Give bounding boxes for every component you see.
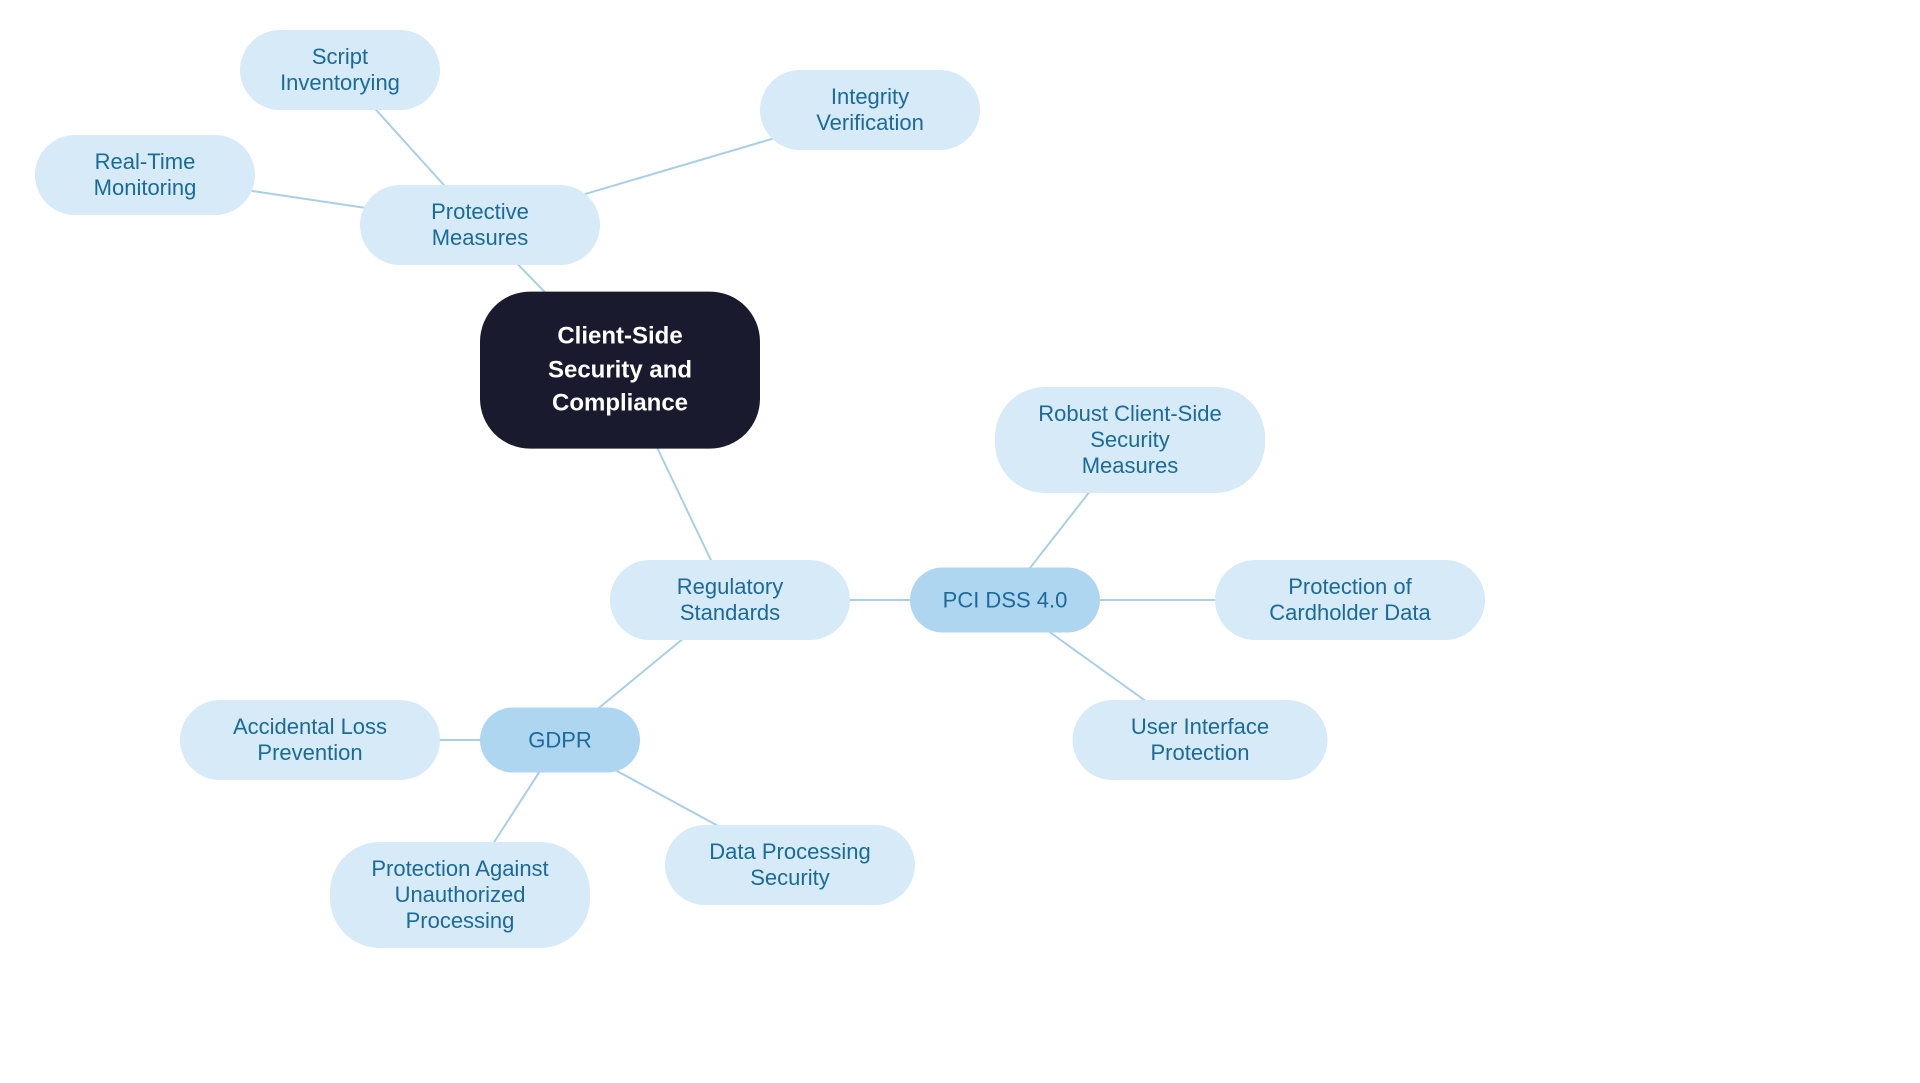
node-center[interactable]: Client-Side Security and Compliance — [480, 292, 760, 449]
node-accidentalLossPrevention[interactable]: Accidental Loss Prevention — [180, 700, 440, 780]
node-realTimeMonitoring[interactable]: Real-Time Monitoring — [35, 135, 255, 215]
node-label-userInterfaceProtection: User Interface Protection — [1101, 714, 1300, 766]
node-scriptInventorying[interactable]: Script Inventorying — [240, 30, 440, 110]
node-regulatoryStandards[interactable]: Regulatory Standards — [610, 560, 850, 640]
node-protectiveMeasures[interactable]: Protective Measures — [360, 185, 600, 265]
node-label-protectionUnauthorized: Protection Against Unauthorized Processi… — [358, 856, 562, 934]
node-label-dataProcessingSecurity: Data Processing Security — [693, 839, 887, 891]
node-label-robustClientSide: Robust Client-Side Security Measures — [1023, 401, 1237, 479]
node-protectionCardholder[interactable]: Protection of Cardholder Data — [1215, 560, 1485, 640]
node-label-protectiveMeasures: Protective Measures — [388, 199, 572, 251]
node-dataProcessingSecurity[interactable]: Data Processing Security — [665, 825, 915, 905]
node-label-gdpr: GDPR — [528, 727, 592, 753]
connections-svg — [0, 0, 1920, 1083]
node-protectionUnauthorized[interactable]: Protection Against Unauthorized Processi… — [330, 842, 590, 948]
node-robustClientSide[interactable]: Robust Client-Side Security Measures — [995, 387, 1265, 493]
node-label-protectionCardholder: Protection of Cardholder Data — [1243, 574, 1457, 626]
node-label-center: Client-Side Security and Compliance — [520, 320, 720, 421]
node-gdpr[interactable]: GDPR — [480, 708, 640, 773]
node-userInterfaceProtection[interactable]: User Interface Protection — [1073, 700, 1328, 780]
node-label-integrityVerification: Integrity Verification — [788, 84, 952, 136]
node-label-pciDss: PCI DSS 4.0 — [943, 587, 1068, 613]
node-label-scriptInventorying: Script Inventorying — [268, 44, 412, 96]
mindmap-container: Client-Side Security and Compliance Prote… — [0, 0, 1920, 1083]
node-integrityVerification[interactable]: Integrity Verification — [760, 70, 980, 150]
node-label-regulatoryStandards: Regulatory Standards — [638, 574, 822, 626]
node-label-accidentalLossPrevention: Accidental Loss Prevention — [208, 714, 412, 766]
node-label-realTimeMonitoring: Real-Time Monitoring — [63, 149, 227, 201]
node-pciDss[interactable]: PCI DSS 4.0 — [910, 568, 1100, 633]
